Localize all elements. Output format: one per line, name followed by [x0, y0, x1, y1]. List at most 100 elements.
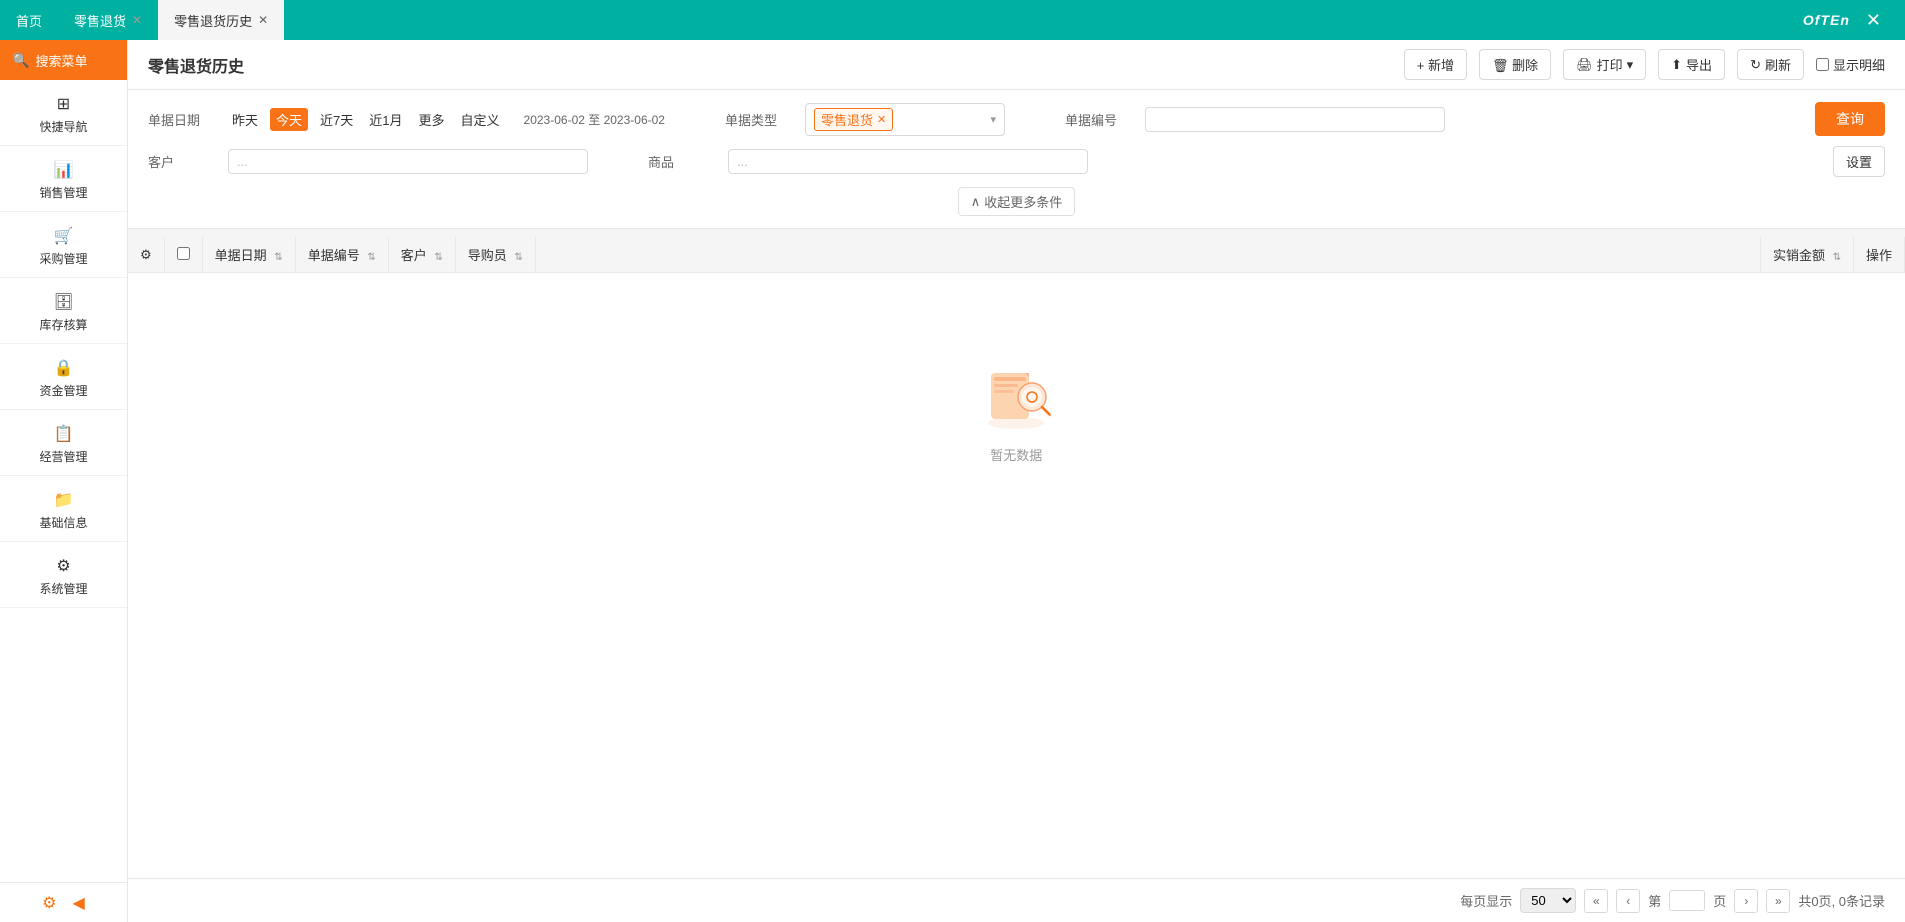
th-customer-label: 客户 — [401, 248, 427, 263]
window-close-button[interactable]: ✕ — [1858, 10, 1889, 31]
filter-row-1: 单据日期 昨天 今天 近7天 近1月 更多 自定义 2023-06-02 至 2… — [148, 102, 1885, 136]
tab-retail-return-history-label: 零售退货历史 — [174, 11, 252, 30]
sidebar-item-finance-label: 资金管理 — [39, 382, 87, 399]
prev-page-button[interactable]: ‹ — [1616, 889, 1640, 913]
display-detail-label: 显示明细 — [1816, 55, 1885, 74]
sidebar-item-system-mgmt[interactable]: ⚙ 系统管理 — [0, 542, 127, 608]
settings-bottom-icon[interactable]: ⚙ — [42, 893, 56, 913]
date-opt-more[interactable]: 更多 — [415, 108, 449, 131]
type-tag-close[interactable]: ✕ — [877, 113, 886, 126]
goods-select[interactable]: ... — [728, 149, 1088, 174]
th-customer[interactable]: 客户 ⇅ — [388, 237, 455, 273]
refresh-icon: ↻ — [1750, 57, 1761, 73]
page-suffix: 页 — [1713, 891, 1726, 910]
date-opt-today[interactable]: 今天 — [270, 108, 308, 131]
tab-home-label: 首页 — [16, 11, 42, 30]
top-bar-right: OfTEn ✕ — [1803, 10, 1905, 31]
empty-row: 暂无数据 — [128, 273, 1905, 545]
sidebar-item-sales-mgmt[interactable]: 📊 销售管理 — [0, 146, 127, 212]
settings-button[interactable]: 设置 — [1833, 146, 1885, 177]
sidebar-item-sales-mgmt-label: 销售管理 — [39, 184, 87, 201]
page-header: 零售退货历史 + 新增 🗑 删除 🖨 打印 ▾ ⬆ 导出 ↻ 刷新 — [128, 40, 1905, 90]
sort-guide-icon: ⇅ — [514, 252, 522, 263]
tab-retail-return-close[interactable]: ✕ — [132, 13, 142, 27]
th-number[interactable]: 单据编号 ⇅ — [295, 237, 388, 273]
date-opt-1month[interactable]: 近1月 — [365, 108, 406, 131]
th-date[interactable]: 单据日期 ⇅ — [202, 237, 295, 273]
collapse-button[interactable]: ∧ 收起更多条件 — [958, 187, 1076, 216]
type-select[interactable]: 零售退货 ✕ ▾ — [805, 103, 1005, 136]
tab-retail-return[interactable]: 零售退货 ✕ — [58, 0, 158, 40]
th-guide-label: 导购员 — [468, 248, 507, 263]
date-filter-label: 单据日期 — [148, 110, 208, 129]
inventory-icon: 🗄 — [54, 292, 74, 312]
print-icon: 🖨 — [1576, 57, 1593, 73]
date-opt-custom[interactable]: 自定义 — [457, 108, 504, 131]
delete-button[interactable]: 🗑 删除 — [1479, 49, 1551, 80]
search-icon: 🔍 — [12, 52, 29, 69]
main-layout: 🔍 搜索菜单 ⊞ 快捷导航 📊 销售管理 🛒 采购管理 🗄 库存核算 🔒 — [0, 40, 1905, 922]
sidebar-search-label: 搜索菜单 — [35, 51, 87, 70]
print-label: 打印 — [1597, 55, 1623, 74]
sidebar: 🔍 搜索菜单 ⊞ 快捷导航 📊 销售管理 🛒 采购管理 🗄 库存核算 🔒 — [0, 40, 128, 922]
display-detail-checkbox[interactable] — [1816, 58, 1829, 71]
customer-select[interactable]: ... — [228, 149, 588, 174]
export-button[interactable]: ⬆ 导出 — [1658, 49, 1725, 80]
page-input[interactable]: 1 — [1669, 890, 1705, 911]
empty-icon — [976, 353, 1056, 433]
first-page-button[interactable]: « — [1584, 889, 1608, 913]
th-amount[interactable]: 实销金额 ⇅ — [1760, 237, 1853, 273]
empty-text: 暂无数据 — [990, 445, 1042, 464]
th-number-label: 单据编号 — [308, 248, 360, 263]
sidebar-item-basic-info[interactable]: 📁 基础信息 — [0, 476, 127, 542]
tab-list: 首页 零售退货 ✕ 零售退货历史 ✕ — [0, 0, 1803, 40]
sort-customer-icon: ⇅ — [434, 252, 442, 263]
tab-retail-return-label: 零售退货 — [74, 11, 126, 30]
sort-date-icon: ⇅ — [274, 252, 282, 263]
header-actions: + 新增 🗑 删除 🖨 打印 ▾ ⬆ 导出 ↻ 刷新 显示明细 — [1404, 49, 1885, 80]
refresh-button[interactable]: ↻ 刷新 — [1737, 49, 1804, 80]
sidebar-bottom: ⚙ ◀ — [0, 882, 127, 922]
print-button[interactable]: 🖨 打印 ▾ — [1563, 49, 1646, 80]
th-spacer — [535, 237, 1760, 273]
sidebar-search[interactable]: 🔍 搜索菜单 — [0, 40, 127, 80]
tab-retail-return-history[interactable]: 零售退货历史 ✕ — [158, 0, 284, 40]
collapse-icon: ∧ — [971, 194, 981, 210]
select-all-checkbox[interactable] — [177, 247, 190, 260]
page-total: 共0页, 0条记录 — [1798, 891, 1885, 910]
sidebar-item-purchase-mgmt[interactable]: 🛒 采购管理 — [0, 212, 127, 278]
sidebar-item-inventory-label: 库存核算 — [39, 316, 87, 333]
tab-home[interactable]: 首页 — [0, 0, 58, 40]
sidebar-item-finance[interactable]: 🔒 资金管理 — [0, 344, 127, 410]
table-body: 暂无数据 — [128, 273, 1905, 545]
customer-placeholder: ... — [237, 154, 248, 169]
next-page-button[interactable]: › — [1734, 889, 1758, 913]
tab-retail-return-history-close[interactable]: ✕ — [258, 13, 268, 27]
date-opt-yesterday[interactable]: 昨天 — [228, 108, 262, 131]
th-guide[interactable]: 导购员 ⇅ — [455, 237, 535, 273]
date-opt-7days[interactable]: 近7天 — [316, 108, 357, 131]
type-tag: 零售退货 ✕ — [814, 108, 893, 131]
sidebar-item-operations[interactable]: 📋 经营管理 — [0, 410, 127, 476]
operations-icon: 📋 — [54, 424, 74, 444]
system-mgmt-icon: ⚙ — [54, 556, 74, 576]
last-page-button[interactable]: » — [1766, 889, 1790, 913]
table-area: ⚙ 单据日期 ⇅ 单据编号 ⇅ 客户 — [128, 237, 1905, 878]
per-page-select[interactable]: 50 10 20 100 — [1520, 888, 1576, 913]
id-filter-input[interactable] — [1145, 107, 1445, 132]
sidebar-item-system-mgmt-label: 系统管理 — [39, 580, 87, 597]
collapse-sidebar-icon[interactable]: ◀ — [73, 893, 85, 913]
query-button[interactable]: 查询 — [1815, 102, 1885, 136]
page-label: 第 — [1648, 891, 1661, 910]
th-amount-label: 实销金额 — [1773, 248, 1825, 263]
sidebar-item-inventory[interactable]: 🗄 库存核算 — [0, 278, 127, 344]
sidebar-item-operations-label: 经营管理 — [39, 448, 87, 465]
export-icon: ⬆ — [1671, 57, 1682, 73]
type-tag-label: 零售退货 — [821, 110, 873, 129]
pagination-bar: 每页显示 50 10 20 100 « ‹ 第 1 页 › » 共0页, 0条记… — [128, 878, 1905, 922]
new-button[interactable]: + 新增 — [1404, 49, 1467, 80]
empty-cell: 暂无数据 — [128, 273, 1905, 545]
th-settings[interactable]: ⚙ — [128, 237, 164, 273]
date-range-text: 2023-06-02 至 2023-06-02 — [524, 111, 665, 128]
sidebar-item-quick-nav[interactable]: ⊞ 快捷导航 — [0, 80, 127, 146]
